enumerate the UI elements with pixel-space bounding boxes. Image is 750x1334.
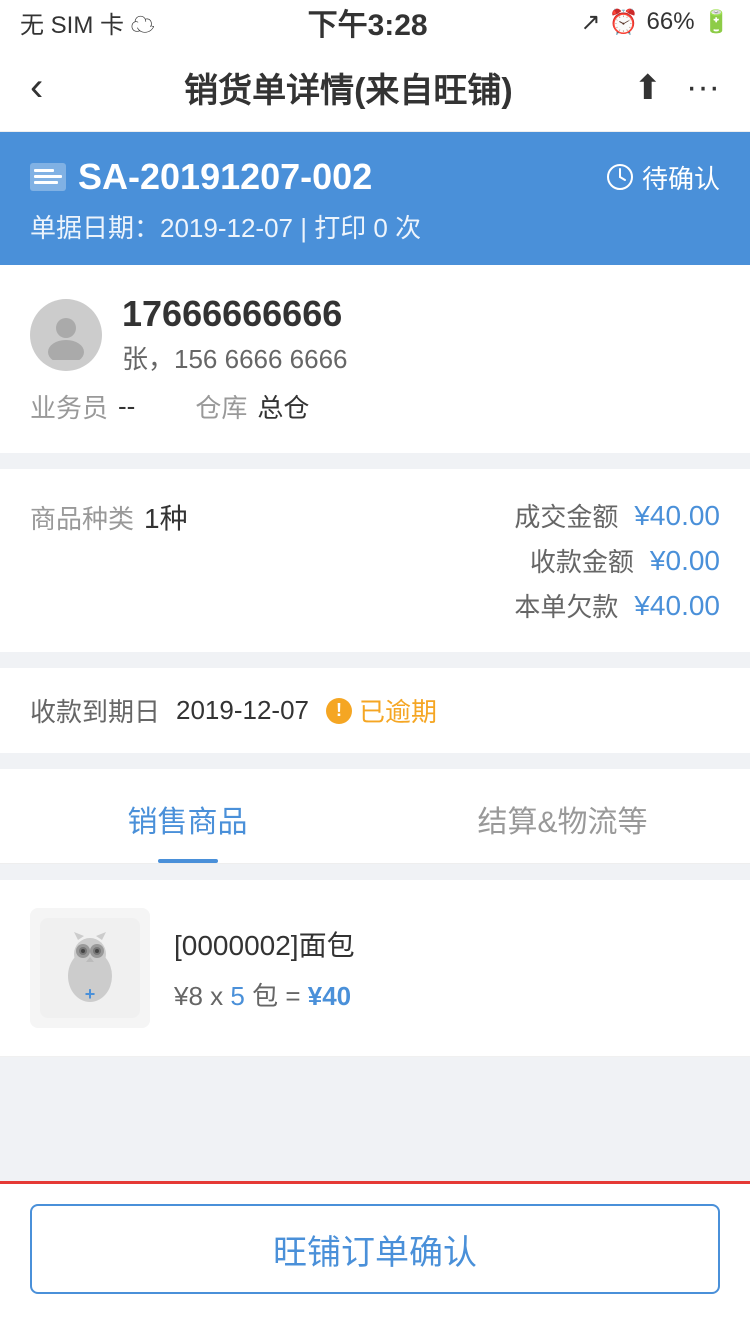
- sim-status: 无 SIM 卡 ☁: [20, 5, 155, 40]
- nav-actions: ⬆ ···: [634, 68, 720, 108]
- product-section: + [0000002]面包 ¥8 x 5 包 = ¥40: [0, 880, 750, 1057]
- order-status: 待确认: [606, 159, 720, 196]
- back-button[interactable]: ‹: [30, 65, 43, 110]
- clock-icon: [606, 163, 634, 191]
- status-time: 下午3:28: [308, 0, 428, 44]
- location-icon: ↗: [581, 8, 601, 37]
- product-name: [0000002]面包: [174, 924, 720, 964]
- tab-bar: 销售商品 结算&物流等: [0, 769, 750, 864]
- svg-text:+: +: [85, 984, 96, 1004]
- due-label: 收款到期日: [30, 692, 160, 729]
- product-qty: 5: [230, 981, 244, 1011]
- nav-bar: ‹ 销货单详情(来自旺铺) ⬆ ···: [0, 44, 750, 132]
- bottom-action-area: 旺铺订单确认: [0, 1181, 750, 1334]
- page-title: 销货单详情(来自旺铺): [63, 63, 633, 112]
- product-details: [0000002]面包 ¥8 x 5 包 = ¥40: [174, 924, 720, 1013]
- product-item: + [0000002]面包 ¥8 x 5 包 = ¥40: [0, 880, 750, 1057]
- alarm-icon: ⏰: [609, 8, 639, 37]
- more-button[interactable]: ···: [686, 68, 720, 107]
- customer-avatar: [30, 299, 102, 371]
- order-header: SA-20191207-002 待确认 单据日期：2019-12-07 | 打印…: [0, 132, 750, 265]
- order-date: 单据日期：2019-12-07 | 打印 0 次: [30, 208, 720, 245]
- financial-stats: 成交金额 ¥40.00 收款金额 ¥0.00 本单欠款 ¥40.00: [514, 497, 720, 624]
- product-thumbnail: +: [30, 908, 150, 1028]
- warehouse-info: 仓库 总仓: [195, 388, 309, 425]
- order-icon: [30, 163, 66, 191]
- due-date-value: 2019-12-07: [176, 695, 309, 726]
- confirm-order-button[interactable]: 旺铺订单确认: [30, 1204, 720, 1294]
- status-bar: 无 SIM 卡 ☁ 下午3:28 ↗ ⏰ 66% 🔋: [0, 0, 750, 44]
- customer-name: 张，156 6666 6666: [122, 339, 348, 376]
- battery-status: 66%: [647, 8, 695, 36]
- product-type-info: 商品种类 1种: [30, 497, 514, 537]
- customer-card: 17666666666 张，156 6666 6666 业务员 -- 仓库 总仓: [0, 265, 750, 453]
- owed-row: 本单欠款 ¥40.00: [514, 587, 720, 624]
- status-left: 无 SIM 卡 ☁: [20, 5, 155, 40]
- received-row: 收款金额 ¥0.00: [530, 542, 720, 579]
- product-price: ¥8 x 5 包 = ¥40: [174, 976, 720, 1013]
- tab-settlement[interactable]: 结算&物流等: [375, 769, 750, 863]
- product-total: ¥40: [308, 981, 351, 1011]
- warning-icon: !: [325, 697, 353, 725]
- customer-meta: 业务员 -- 仓库 总仓: [30, 388, 720, 425]
- stats-card: 商品种类 1种 成交金额 ¥40.00 收款金额 ¥0.00 本单欠款 ¥40.…: [0, 469, 750, 652]
- order-id: SA-20191207-002: [30, 156, 372, 198]
- status-right: ↗ ⏰ 66% 🔋: [581, 8, 730, 37]
- overdue-badge: ! 已逾期: [325, 692, 437, 729]
- svg-text:!: !: [336, 700, 342, 720]
- due-date-card: 收款到期日 2019-12-07 ! 已逾期: [0, 668, 750, 753]
- sales-info: 业务员 --: [30, 388, 135, 425]
- battery-icon: 🔋: [703, 9, 730, 35]
- share-button[interactable]: ⬆: [634, 68, 663, 108]
- customer-phone: 17666666666: [122, 293, 348, 335]
- amount-row: 成交金额 ¥40.00: [514, 497, 720, 534]
- tab-sales-products[interactable]: 销售商品: [0, 769, 375, 863]
